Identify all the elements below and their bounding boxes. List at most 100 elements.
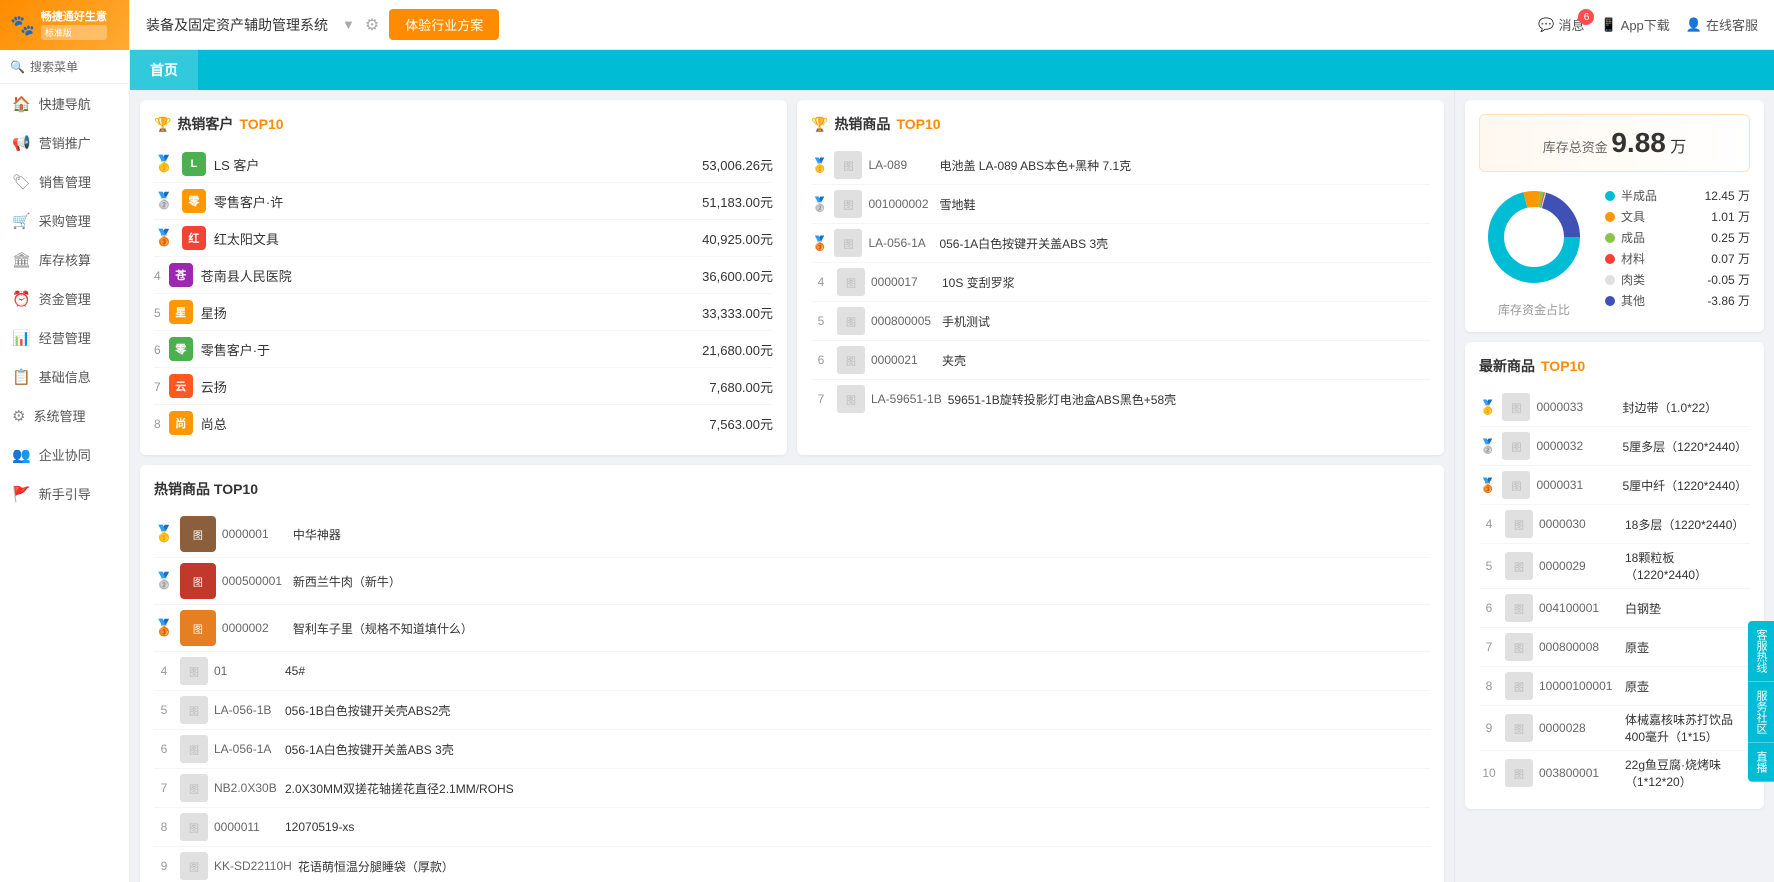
logo-icon: 🐾	[10, 13, 35, 38]
legend-dot	[1605, 212, 1615, 222]
sidebar-item-basic-info[interactable]: 📋 基础信息	[0, 357, 129, 396]
legend-value: 12.45 万	[1705, 187, 1750, 204]
legend-item: 成品 0.25 万	[1605, 229, 1750, 246]
legend-dot	[1605, 296, 1615, 306]
product-thumb: 图	[180, 852, 208, 880]
legend-dot	[1605, 233, 1615, 243]
rank-indicator: 4	[154, 268, 161, 283]
product-thumb: 图	[834, 190, 862, 218]
legend-item: 半成品 12.45 万	[1605, 187, 1750, 204]
hot-product-main-row: 7 图 NB2.0X30B 2.0X30MM双搓花轴搓花直径2.1MM/ROHS	[154, 769, 1430, 808]
product-code: 0000017	[871, 275, 936, 289]
sidebar-item-sales[interactable]: 🏷 销售管理	[0, 162, 129, 201]
dropdown-icon[interactable]: ▼	[342, 17, 355, 32]
purchase-icon: 🛒	[12, 212, 31, 230]
newest-product-row: 5 图 0000029 18颗粒板（1220*2440）	[1479, 544, 1750, 589]
newest-product-row: 🥇 图 0000033 封边带（1.0*22）	[1479, 388, 1750, 427]
product-code: 0000032	[1536, 439, 1616, 453]
product-code: 003800001	[1539, 766, 1619, 780]
logo-text: 畅捷通好生意	[41, 10, 107, 24]
service-icon: 👤	[1686, 17, 1702, 33]
notification-item[interactable]: 💬 6 消息	[1538, 15, 1584, 34]
sales-top10-badge: TOP10	[239, 116, 283, 132]
tab-home[interactable]: 首页	[130, 50, 198, 90]
product-thumb: 图	[180, 813, 208, 841]
search-menu[interactable]: 🔍 搜索菜单	[0, 50, 129, 84]
settings-icon[interactable]: ⚙	[365, 15, 379, 35]
sidebar-logo: 🐾 畅捷通好生意 标准版	[0, 0, 129, 50]
float-btn-live[interactable]: 直播	[1748, 743, 1774, 782]
middle-panel: 🏆 热销客户 TOP10 🥇 L LS 客户 53,006.26元 🥈 零 零售…	[130, 90, 1454, 882]
product-thumb: 图	[1505, 672, 1533, 700]
hot-products-main-card: 热销商品 TOP10 🥇 图 0000001 中华神器 🥈 图 00050000…	[140, 465, 1444, 882]
newest-title-text: 最新商品	[1479, 356, 1535, 376]
online-service-item[interactable]: 👤 在线客服	[1686, 15, 1758, 34]
product-thumb: 图	[837, 385, 865, 413]
float-btn-community[interactable]: 服务社区	[1748, 682, 1774, 743]
sales-row: 4 苍 苍南县人民医院 36,600.00元	[154, 257, 773, 294]
customer-name: 苍南县人民医院	[201, 266, 694, 285]
sidebar-item-operations[interactable]: 📊 经营管理	[0, 318, 129, 357]
sidebar-item-purchase[interactable]: 🛒 采购管理	[0, 201, 129, 240]
customer-avatar: 苍	[169, 263, 193, 287]
trial-button[interactable]: 体验行业方案	[389, 9, 499, 40]
sidebar-item-quick-nav[interactable]: 🏠 快捷导航	[0, 84, 129, 123]
sidebar-item-inventory[interactable]: 🏛 库存核算	[0, 240, 129, 279]
customer-name: 零售客户·许	[214, 192, 694, 211]
sidebar-item-label: 采购管理	[39, 211, 91, 230]
home-icon: 🏠	[12, 95, 31, 113]
legend-label: 成品	[1621, 229, 1705, 246]
sidebar-item-marketing[interactable]: 📢 营销推广	[0, 123, 129, 162]
sidebar-item-enterprise[interactable]: 👥 企业协同	[0, 435, 129, 474]
product-code: LA-59651-1B	[871, 392, 942, 406]
sales-row: 5 星 星扬 33,333.00元	[154, 294, 773, 331]
product-name: 5厘中纤（1220*2440）	[1622, 477, 1750, 494]
hot-product-main-row: 🥇 图 0000001 中华神器	[154, 511, 1430, 558]
customer-avatar: 零	[169, 337, 193, 361]
product-img: 图	[180, 563, 216, 599]
customer-name: 零售客户·于	[201, 340, 694, 359]
finance-icon: ⏰	[12, 290, 31, 308]
product-code: 0000031	[1536, 478, 1616, 492]
sidebar-item-finance[interactable]: ⏰ 资金管理	[0, 279, 129, 318]
product-code: 0000011	[214, 820, 279, 834]
customer-name: 星扬	[201, 303, 694, 322]
product-thumb: 图	[180, 735, 208, 763]
legend-dot	[1605, 191, 1615, 201]
rank-indicator: 8	[154, 416, 161, 431]
product-name: 5厘多层（1220*2440）	[1622, 438, 1750, 455]
hot-product-main-row: 9 图 KK-SD22110H 花语萌恒温分腿睡袋（厚款）	[154, 847, 1430, 882]
sales-row: 7 云 云扬 7,680.00元	[154, 368, 773, 405]
sidebar-item-label: 新手引导	[39, 484, 91, 503]
sidebar-item-label: 库存核算	[39, 250, 91, 269]
app-download-item[interactable]: 📱 App下载	[1600, 15, 1669, 34]
sidebar-item-system[interactable]: ⚙ 系统管理	[0, 396, 129, 435]
sales-row: 🥉 红 红太阳文具 40,925.00元	[154, 220, 773, 257]
legend-item: 材料 0.07 万	[1605, 250, 1750, 267]
inventory-chart-label: 库存资金占比	[1479, 301, 1589, 318]
product-name: 电池盖 LA-089 ABS本色+黑种 7.1克	[939, 157, 1430, 174]
product-name: 雪地鞋	[939, 196, 1430, 213]
inventory-card: 库存总资金 9.88 万 库存资金占比	[1465, 100, 1764, 332]
product-name: 原壶	[1625, 678, 1750, 695]
float-btn-service[interactable]: 客服热线	[1748, 621, 1774, 682]
sidebar-item-newbie[interactable]: 🚩 新手引导	[0, 474, 129, 513]
legend-label: 文具	[1621, 208, 1705, 225]
inventory-total-box: 库存总资金 9.88 万	[1479, 114, 1750, 172]
hot-product-right-row: 🥈 图 001000002 雪地鞋	[811, 185, 1430, 224]
customer-amount: 36,600.00元	[702, 266, 773, 285]
product-name: 封边带（1.0*22）	[1622, 399, 1750, 416]
sales-row: 8 尚 尚总 7,563.00元	[154, 405, 773, 441]
mobile-icon: 📱	[1600, 17, 1616, 33]
product-code: LA-056-1A	[868, 236, 933, 250]
rank-indicator: 🥇	[154, 154, 174, 174]
product-code: 01	[214, 664, 279, 678]
product-name: 原壶	[1625, 639, 1750, 656]
newest-product-row: 🥉 图 0000031 5厘中纤（1220*2440）	[1479, 466, 1750, 505]
rank-indicator: 🥉	[154, 228, 174, 248]
newest-title: 最新商品 TOP10	[1479, 356, 1750, 376]
inventory-icon: 🏛	[12, 251, 31, 269]
product-code: LA-056-1B	[214, 703, 279, 717]
product-name: 智利车子里（规格不知道填什么）	[293, 620, 1430, 637]
topbar: 装备及固定资产辅助管理系统 ▼ ⚙ 体验行业方案 💬 6 消息 📱 App下载 …	[130, 0, 1774, 50]
